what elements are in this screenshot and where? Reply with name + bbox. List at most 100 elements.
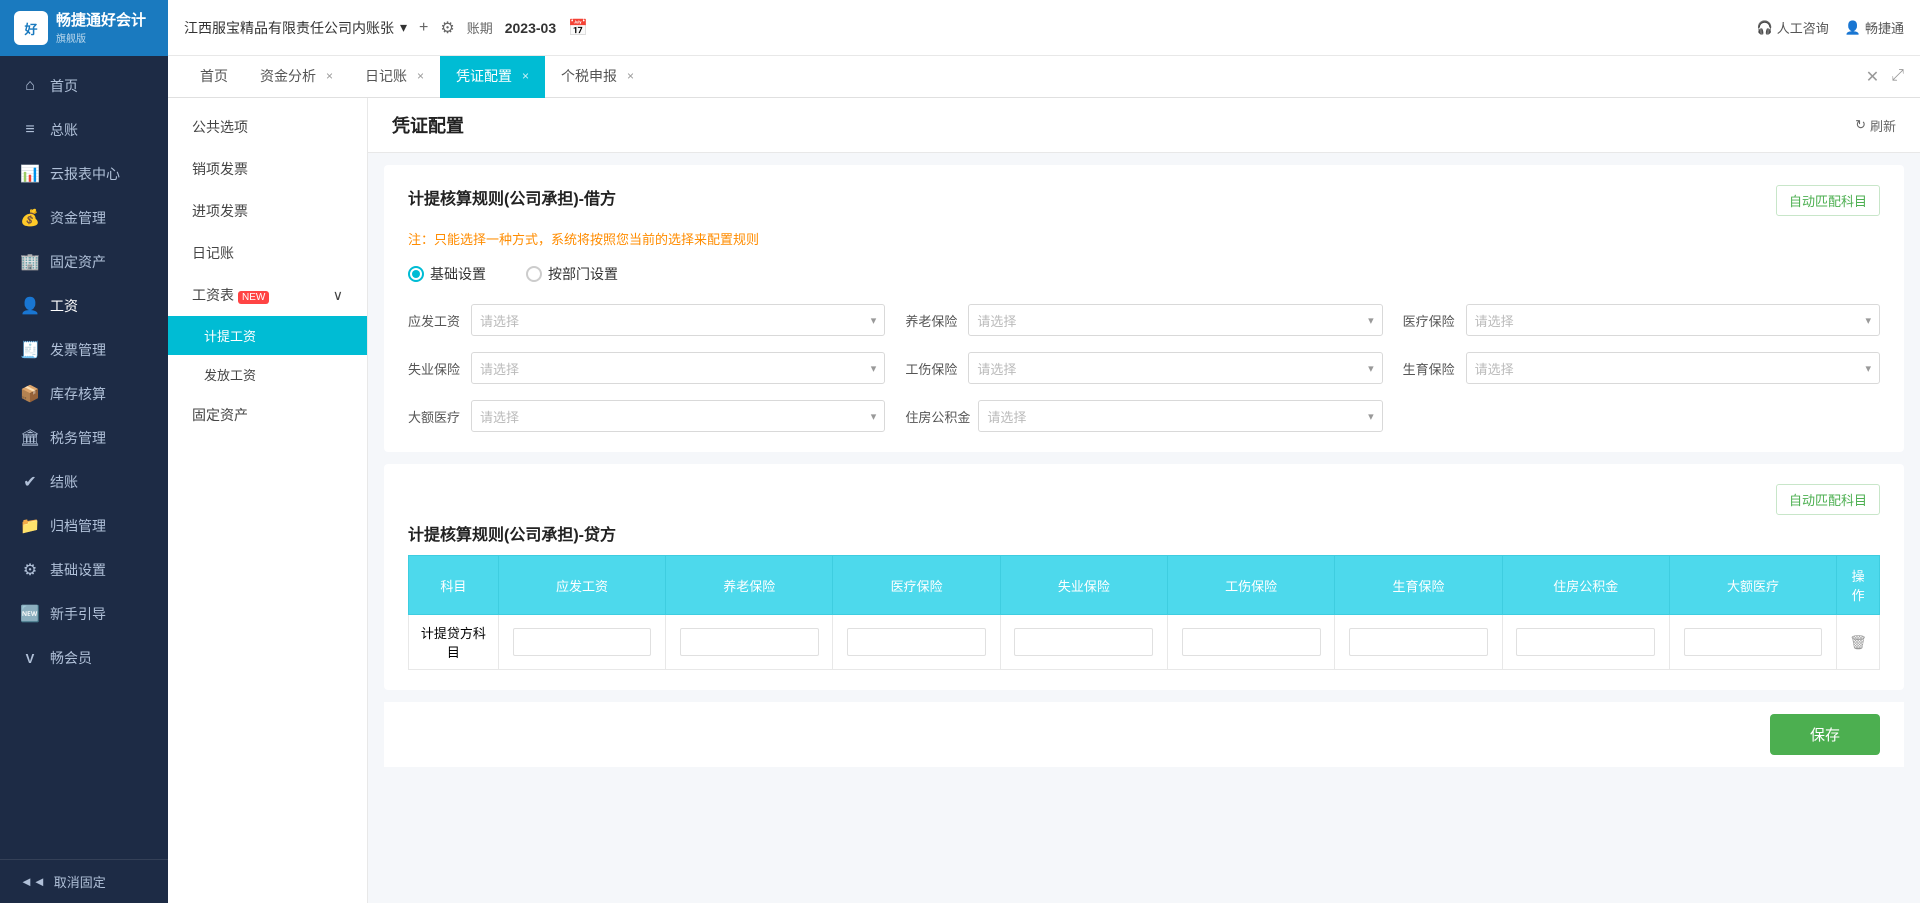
cancel-fixed-button[interactable]: ◄◄ 取消固定: [0, 859, 168, 903]
sidebar-item-member[interactable]: V 畅会员: [0, 636, 168, 680]
company-selector[interactable]: 江西服宝精品有限责任公司内账张 ▾: [184, 18, 407, 38]
field-salary: 应发工资 请选择 ▾: [408, 304, 885, 336]
sidebar-item-wage[interactable]: 👤 工资: [0, 284, 168, 328]
tab-tax-close[interactable]: ×: [627, 69, 634, 83]
maximize-window-icon[interactable]: ⤢: [1891, 67, 1904, 87]
tab-journal-label: 日记账: [365, 66, 407, 86]
save-bar: 保存: [384, 702, 1904, 767]
arrow-left-icon: ◄◄: [20, 874, 46, 889]
ai-consult-button[interactable]: 🎧 人工咨询: [1757, 18, 1829, 37]
main-area: 江西服宝精品有限责任公司内账张 ▾ + ⚙ 账期 2023-03 📅 🎧 人工咨…: [168, 0, 1920, 903]
input-pension[interactable]: [680, 628, 819, 656]
sidebar: 好 畅捷通好会计 旗舰版 ⌂ 首页 ≡ 总账 📊 云报表中心 💰 资金管理 🏢 …: [0, 0, 168, 903]
menu-item-purchase[interactable]: 进项发票: [168, 190, 367, 232]
tab-home-label: 首页: [200, 66, 228, 86]
sidebar-label-report: 云报表中心: [50, 164, 120, 184]
select-housing[interactable]: 请选择 ▾: [978, 400, 1382, 432]
label-housing: 住房公积金: [905, 407, 970, 426]
sidebar-item-fixed[interactable]: 🏢 固定资产: [0, 240, 168, 284]
delete-row-button[interactable]: 🗑: [1849, 634, 1867, 650]
tab-voucher[interactable]: 凭证配置 ×: [440, 56, 545, 98]
tab-journal[interactable]: 日记账 ×: [349, 56, 440, 98]
debit-section: 自动匹配科目 计提核算规则(公司承担)-借方 注：只能选择一种方式，系统将按照您…: [384, 165, 1904, 452]
th-unemployment: 失业保险: [1000, 556, 1167, 615]
select-maternity[interactable]: 请选择 ▾: [1466, 352, 1880, 384]
tab-journal-close[interactable]: ×: [417, 69, 424, 83]
wage-icon: 👤: [20, 296, 40, 316]
input-large-medical[interactable]: [1684, 628, 1823, 656]
refresh-button[interactable]: ↻ 刷新: [1855, 116, 1896, 135]
label-salary: 应发工资: [408, 311, 463, 330]
select-medical[interactable]: 请选择 ▾: [1466, 304, 1880, 336]
sidebar-item-settle[interactable]: ✔ 结账: [0, 460, 168, 504]
settings-gear-icon[interactable]: ⚙: [440, 18, 454, 38]
sidebar-item-settings[interactable]: ⚙ 基础设置: [0, 548, 168, 592]
sidebar-item-guide[interactable]: 🆕 新手引导: [0, 592, 168, 636]
input-housing[interactable]: [1516, 628, 1655, 656]
sidebar-item-report[interactable]: 📊 云报表中心: [0, 152, 168, 196]
radio-basic[interactable]: 基础设置: [408, 264, 486, 284]
input-unemployment[interactable]: [1014, 628, 1153, 656]
input-medical[interactable]: [847, 628, 986, 656]
select-large-medical[interactable]: 请选择 ▾: [471, 400, 885, 432]
select-salary-placeholder: 请选择: [480, 311, 519, 330]
menu-subitem-pay[interactable]: 发放工资: [168, 355, 367, 394]
input-injury[interactable]: [1182, 628, 1321, 656]
sidebar-item-tax[interactable]: 🏛 税务管理: [0, 416, 168, 460]
page-header: 凭证配置 ↻ 刷新: [368, 98, 1920, 153]
sidebar-label-capital: 资金管理: [50, 208, 106, 228]
menu-item-public[interactable]: 公共选项: [168, 106, 367, 148]
menu-item-journal[interactable]: 日记账: [168, 232, 367, 274]
th-salary: 应发工资: [498, 556, 665, 615]
tab-tax[interactable]: 个税申报 ×: [545, 56, 650, 98]
new-badge: NEW: [238, 291, 269, 304]
select-pension[interactable]: 请选择 ▾: [968, 304, 1382, 336]
select-unemployment[interactable]: 请选择 ▾: [471, 352, 885, 384]
debit-section-title: 计提核算规则(公司承担)-借方: [408, 185, 1880, 209]
th-medical: 医疗保险: [833, 556, 1000, 615]
th-injury: 工伤保险: [1168, 556, 1335, 615]
member-icon: V: [20, 651, 40, 666]
tab-tax-label: 个税申报: [561, 66, 617, 86]
cell-maternity: [1335, 615, 1502, 670]
menu-subitem-accrue[interactable]: 计提工资: [168, 316, 367, 355]
tab-capital-label: 资金分析: [260, 66, 316, 86]
sidebar-item-capital[interactable]: 💰 资金管理: [0, 196, 168, 240]
input-maternity[interactable]: [1349, 628, 1488, 656]
radio-dept[interactable]: 按部门设置: [526, 264, 618, 284]
tab-voucher-close[interactable]: ×: [522, 69, 529, 83]
cell-unemployment: [1000, 615, 1167, 670]
user-profile-button[interactable]: 👤 畅捷通: [1845, 18, 1904, 37]
field-large-medical: 大额医疗 请选择 ▾: [408, 400, 885, 432]
auto-match-credit-button[interactable]: 自动匹配科目: [1776, 484, 1880, 515]
calendar-icon[interactable]: 📅: [568, 18, 588, 38]
invoice-icon: 🧾: [20, 340, 40, 360]
sidebar-item-invoice[interactable]: 🧾 发票管理: [0, 328, 168, 372]
settle-icon: ✔: [20, 472, 40, 492]
select-injury[interactable]: 请选择 ▾: [968, 352, 1382, 384]
save-button[interactable]: 保存: [1770, 714, 1880, 755]
label-large-medical: 大额医疗: [408, 407, 463, 426]
tax-icon: 🏛: [20, 428, 40, 448]
menu-item-sales[interactable]: 销项发票: [168, 148, 367, 190]
input-salary[interactable]: [513, 628, 652, 656]
add-account-button[interactable]: +: [419, 19, 428, 37]
left-panel: 公共选项 销项发票 进项发票 日记账 工资表NEW ∨ 计提工资 发放工资 固定…: [168, 98, 368, 903]
sidebar-item-ledger[interactable]: ≡ 总账: [0, 108, 168, 152]
fixed-icon: 🏢: [20, 252, 40, 272]
menu-group-payroll-header[interactable]: 工资表NEW ∨: [168, 274, 367, 316]
menu-item-fixed-assets[interactable]: 固定资产: [168, 394, 367, 436]
tab-home[interactable]: 首页: [184, 56, 244, 98]
settings-icon: ⚙: [20, 560, 40, 580]
label-pension: 养老保险: [905, 311, 960, 330]
select-salary[interactable]: 请选择 ▾: [471, 304, 885, 336]
tab-capital[interactable]: 资金分析 ×: [244, 56, 349, 98]
tabbar: 首页 资金分析 × 日记账 × 凭证配置 × 个税申报 × ✕ ⤢: [168, 56, 1920, 98]
auto-match-debit-button[interactable]: 自动匹配科目: [1776, 185, 1880, 216]
sidebar-item-archive[interactable]: 📁 归档管理: [0, 504, 168, 548]
cell-housing: [1502, 615, 1669, 670]
sidebar-item-inventory[interactable]: 📦 库存核算: [0, 372, 168, 416]
close-window-icon[interactable]: ✕: [1866, 67, 1879, 87]
tab-capital-close[interactable]: ×: [326, 69, 333, 83]
sidebar-item-home[interactable]: ⌂ 首页: [0, 64, 168, 108]
